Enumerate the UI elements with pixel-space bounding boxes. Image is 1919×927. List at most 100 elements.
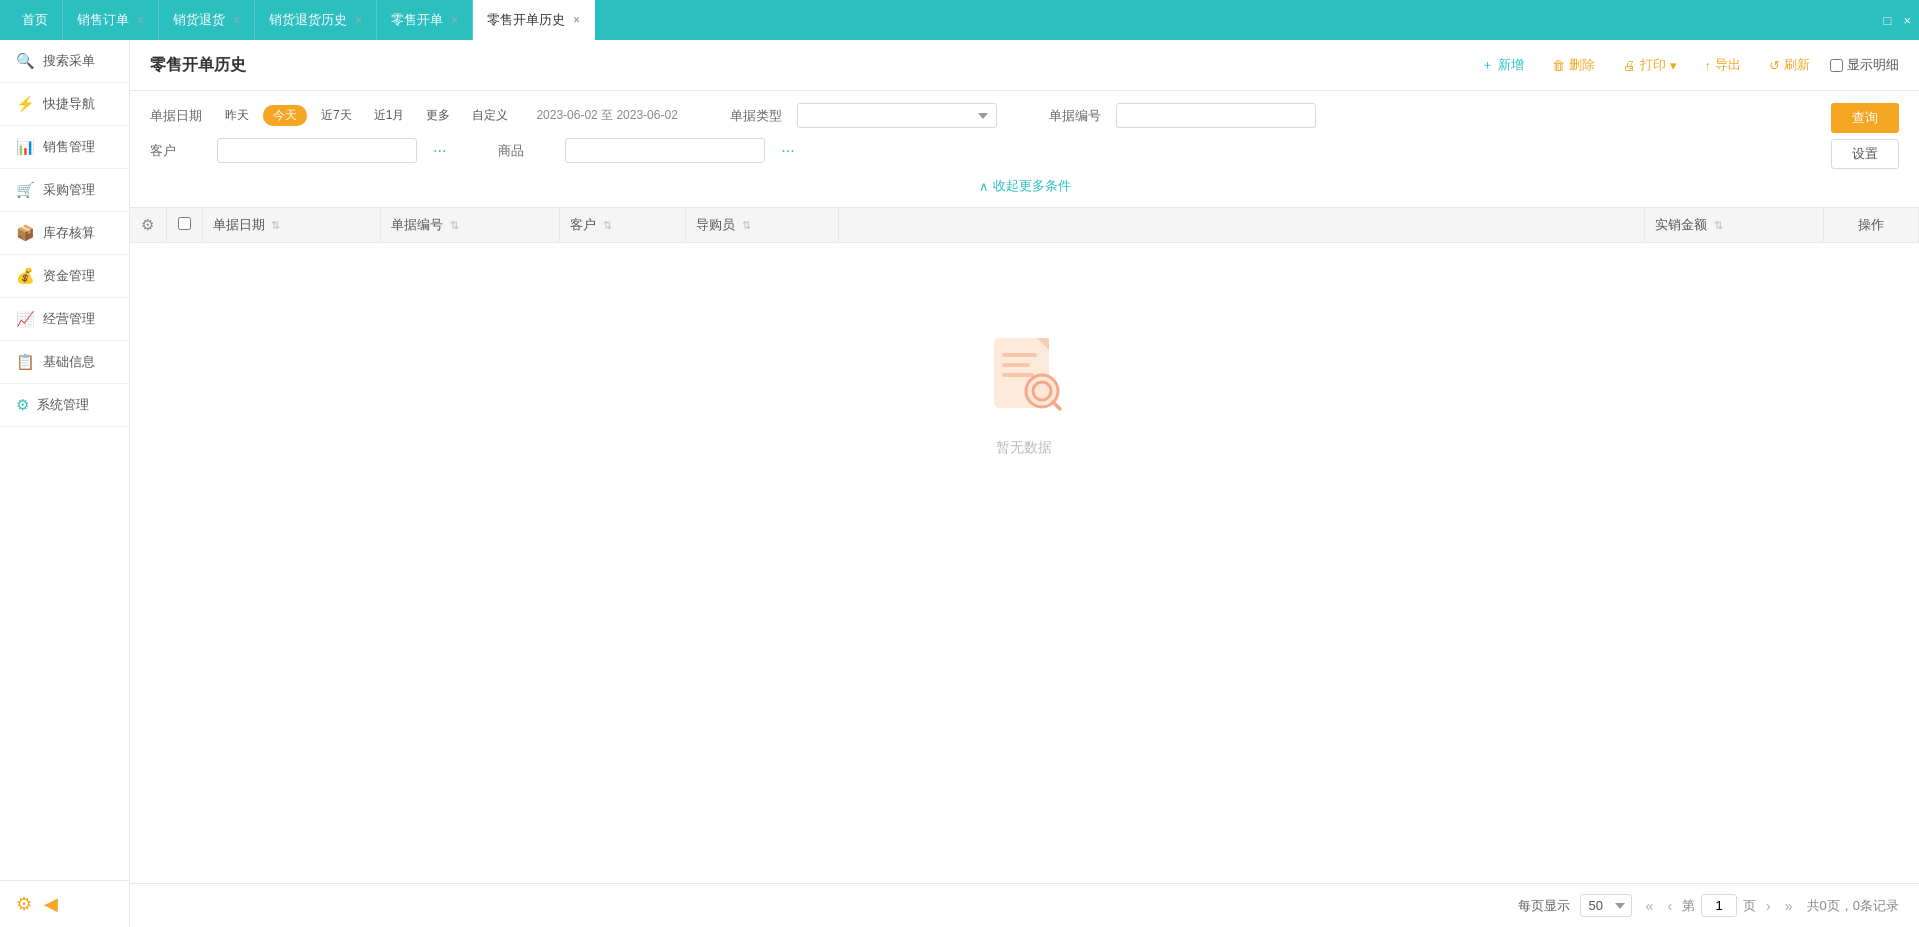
th-number-sort: ⇅: [450, 219, 459, 231]
query-btn-group: 查询 设置: [1831, 103, 1899, 169]
th-settings[interactable]: ⚙: [130, 208, 166, 243]
th-spacer: [838, 208, 1645, 243]
export-button[interactable]: ↑ 导出: [1697, 52, 1750, 78]
collapse-sidebar-button[interactable]: ◀: [44, 893, 58, 915]
next-page-button[interactable]: ›: [1762, 896, 1775, 916]
customer-picker-btn[interactable]: ···: [433, 142, 446, 160]
th-customer[interactable]: 客户 ⇅: [559, 208, 685, 243]
content-area: 零售开单历史 ＋ 新增 🗑 删除 🖨 打印 ▾ ↑ 导出: [130, 40, 1919, 927]
tab-sales-return[interactable]: 销货退货 ×: [159, 0, 255, 40]
set-button[interactable]: 设置: [1831, 139, 1899, 169]
add-icon: ＋: [1481, 56, 1494, 74]
print-dropdown-icon[interactable]: ▾: [1670, 58, 1677, 73]
window-restore[interactable]: □: [1884, 13, 1892, 28]
page-total: 共0页，0条记录: [1807, 897, 1899, 915]
refresh-button[interactable]: ↺ 刷新: [1761, 52, 1818, 78]
quick-nav-icon: ⚡: [16, 95, 35, 113]
tab-retail-open[interactable]: 零售开单 ×: [377, 0, 473, 40]
date-opt-more[interactable]: 更多: [418, 105, 458, 126]
delete-button[interactable]: 🗑 删除: [1544, 52, 1603, 78]
sidebar-item-search[interactable]: 🔍 搜索采单: [0, 40, 129, 83]
date-opt-1month[interactable]: 近1月: [366, 105, 413, 126]
tab-sales-return-close[interactable]: ×: [233, 13, 240, 27]
tab-home[interactable]: 首页: [8, 0, 63, 40]
tab-sales-order[interactable]: 销售订单 ×: [63, 0, 159, 40]
sidebar-item-finance[interactable]: 💰 资金管理: [0, 255, 129, 298]
tab-sales-order-close[interactable]: ×: [137, 13, 144, 27]
export-icon: ↑: [1705, 58, 1712, 73]
page-title: 零售开单历史: [150, 55, 246, 76]
customer-label: 客户: [150, 142, 205, 160]
svg-rect-2: [1002, 363, 1030, 367]
sidebar-item-sales[interactable]: 📊 销售管理: [0, 126, 129, 169]
print-icon: 🖨: [1623, 58, 1636, 73]
tab-retail-open-history-close[interactable]: ×: [573, 13, 580, 27]
tab-home-label: 首页: [22, 11, 48, 29]
th-date[interactable]: 单据日期 ⇅: [202, 208, 381, 243]
th-date-label: 单据日期: [213, 217, 265, 232]
page-size-select[interactable]: 50 20 100 200: [1580, 894, 1632, 917]
th-ops-label: 操作: [1858, 217, 1884, 232]
tab-sales-return-history-label: 销货退货历史: [269, 11, 347, 29]
sidebar-item-purchase-label: 采购管理: [43, 181, 95, 199]
page-number-input[interactable]: [1701, 894, 1737, 917]
goods-input[interactable]: [565, 138, 765, 163]
table-body: 暂无数据: [130, 243, 1919, 538]
tab-sales-order-label: 销售订单: [77, 11, 129, 29]
show-detail-toggle[interactable]: 显示明细: [1830, 56, 1899, 74]
export-label: 导出: [1715, 56, 1741, 74]
sidebar-item-inventory-label: 库存核算: [43, 224, 95, 242]
goods-picker-btn[interactable]: ···: [781, 142, 794, 160]
page-label: 第: [1682, 897, 1695, 915]
th-guide[interactable]: 导购员 ⇅: [686, 208, 839, 243]
window-close[interactable]: ×: [1903, 13, 1911, 28]
search-icon: 🔍: [16, 52, 35, 70]
collapse-icon: ∧: [979, 179, 989, 194]
tab-sales-return-label: 销货退货: [173, 11, 225, 29]
sales-icon: 📊: [16, 138, 35, 156]
collapse-bar[interactable]: ∧ 收起更多条件: [150, 173, 1899, 195]
doc-number-input[interactable]: [1116, 103, 1316, 128]
tab-retail-open-close[interactable]: ×: [451, 13, 458, 27]
prev-page-button[interactable]: ‹: [1663, 896, 1676, 916]
main-layout: 🔍 搜索采单 ⚡ 快捷导航 📊 销售管理 🛒 采购管理 📦 库存核算 💰 资金管…: [0, 40, 1919, 927]
header-actions: ＋ 新增 🗑 删除 🖨 打印 ▾ ↑ 导出 ↺ 刷新: [1473, 52, 1900, 78]
th-amount[interactable]: 实销金额 ⇅: [1645, 208, 1824, 243]
sidebar-item-operations-label: 经营管理: [43, 310, 95, 328]
show-detail-label: 显示明细: [1847, 56, 1899, 74]
date-opt-7days[interactable]: 近7天: [313, 105, 360, 126]
customer-input[interactable]: [217, 138, 417, 163]
print-button[interactable]: 🖨 打印 ▾: [1615, 52, 1685, 78]
last-page-button[interactable]: »: [1781, 896, 1797, 916]
sidebar-bottom: ⚙ ◀: [0, 880, 129, 927]
sidebar-item-inventory[interactable]: 📦 库存核算: [0, 212, 129, 255]
th-amount-sort: ⇅: [1714, 219, 1723, 231]
date-opt-yesterday[interactable]: 昨天: [217, 105, 257, 126]
th-number[interactable]: 单据编号 ⇅: [381, 208, 560, 243]
operations-icon: 📈: [16, 310, 35, 328]
first-page-button[interactable]: «: [1642, 896, 1658, 916]
date-opt-today[interactable]: 今天: [263, 105, 307, 126]
show-detail-checkbox[interactable]: [1830, 59, 1843, 72]
system-icon: ⚙: [16, 396, 29, 414]
sidebar-item-operations[interactable]: 📈 经营管理: [0, 298, 129, 341]
date-range-display: 2023-06-02 至 2023-06-02: [536, 107, 677, 124]
tab-sales-return-history-close[interactable]: ×: [355, 13, 362, 27]
print-label: 打印: [1640, 56, 1666, 74]
query-button[interactable]: 查询: [1831, 103, 1899, 133]
doc-type-select[interactable]: [797, 103, 997, 128]
tab-sales-return-history[interactable]: 销货退货历史 ×: [255, 0, 377, 40]
table-header-row: ⚙ 单据日期 ⇅ 单据编号 ⇅ 客户: [130, 208, 1919, 243]
select-all-checkbox[interactable]: [178, 217, 191, 230]
date-opt-custom[interactable]: 自定义: [464, 105, 516, 126]
tab-retail-open-history[interactable]: 零售开单历史 ×: [473, 0, 595, 40]
add-button[interactable]: ＋ 新增: [1473, 52, 1532, 78]
tabs-bar: 首页 销售订单 × 销货退货 × 销货退货历史 × 零售开单 × 零售开单历史 …: [0, 0, 1919, 40]
sidebar-item-system[interactable]: ⚙ 系统管理: [0, 384, 129, 427]
svg-rect-3: [1002, 373, 1034, 377]
sidebar-item-basic-info[interactable]: 📋 基础信息: [0, 341, 129, 384]
sidebar-item-purchase[interactable]: 🛒 采购管理: [0, 169, 129, 212]
sidebar-item-quick-nav[interactable]: ⚡ 快捷导航: [0, 83, 129, 126]
page-suffix: 页: [1743, 897, 1756, 915]
settings-button[interactable]: ⚙: [16, 893, 32, 915]
